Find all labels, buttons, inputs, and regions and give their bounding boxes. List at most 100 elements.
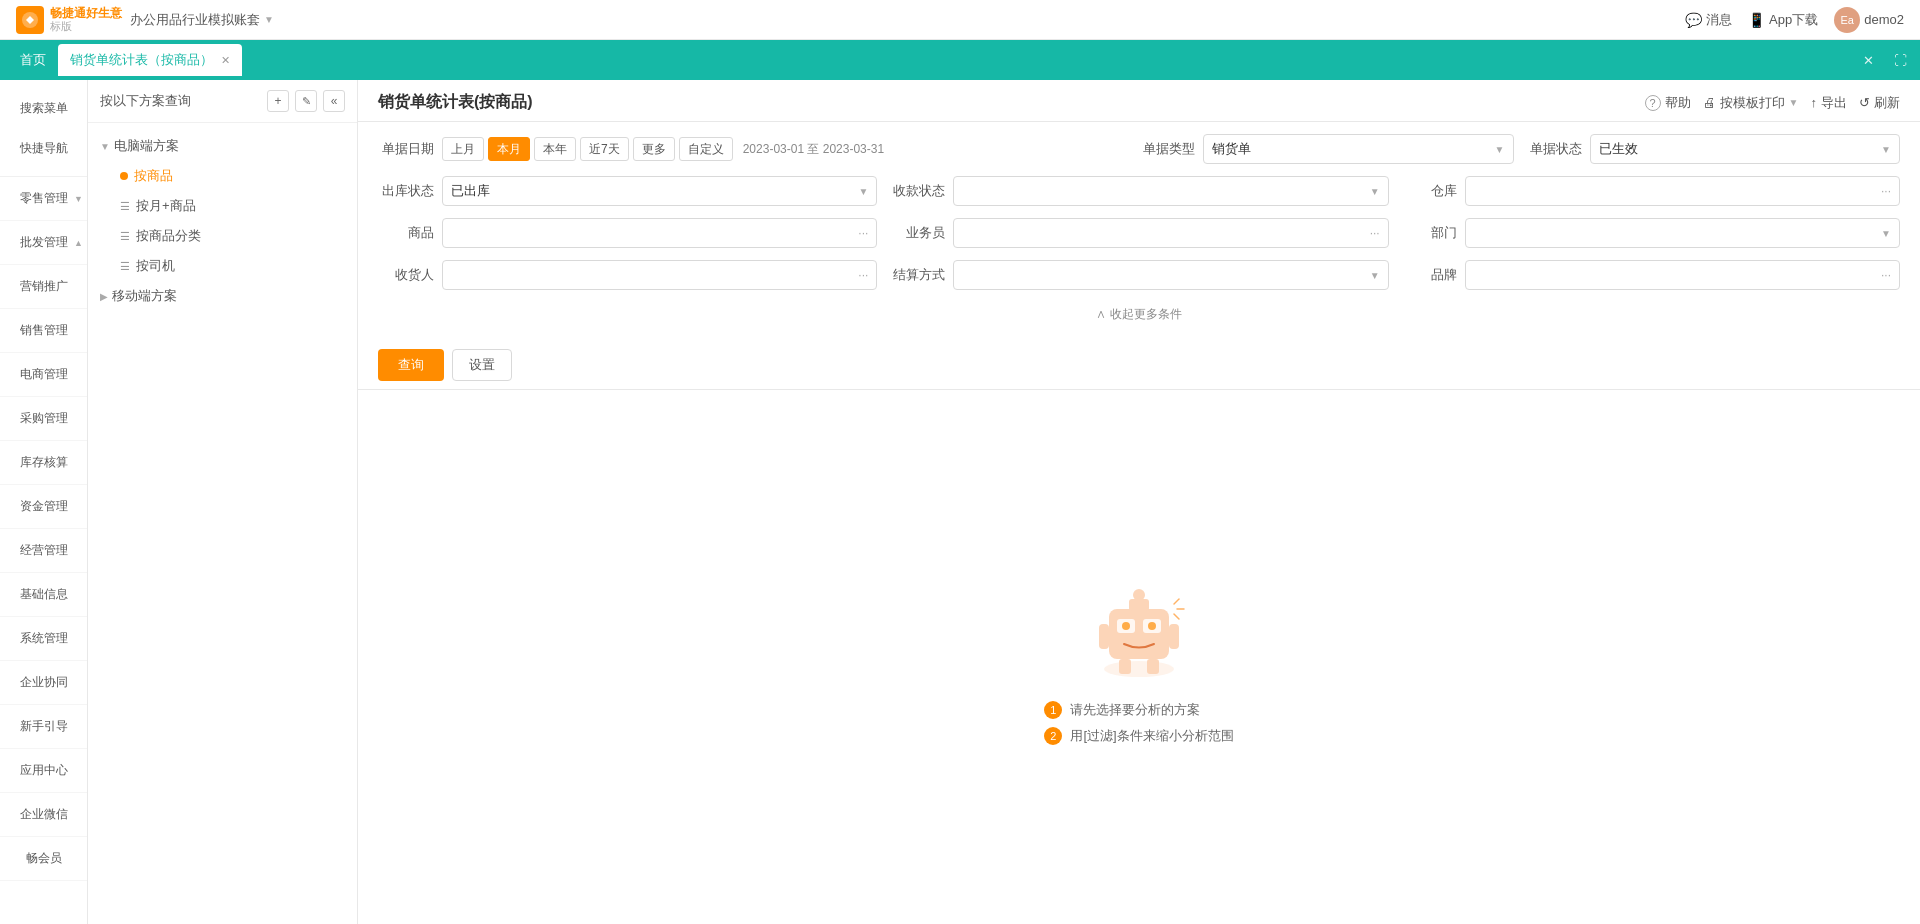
empty-tip-2: 2 用[过滤]条件来缩小分析范围 [1044, 727, 1233, 745]
active-dot [120, 172, 128, 180]
collapse-more-btn[interactable]: ∧ 收起更多条件 [378, 300, 1900, 329]
doc-status-select[interactable]: 已生效 ▼ [1590, 134, 1901, 164]
out-status-arrow: ▼ [858, 186, 868, 197]
mobile-group-arrow: ▶ [100, 291, 108, 302]
collapse-more-label: ∧ 收起更多条件 [1096, 306, 1181, 323]
sidebar-item-wholesale[interactable]: 批发管理 ▲ [0, 221, 87, 265]
settings-button[interactable]: 设置 [452, 349, 512, 381]
brand-dots: ··· [1881, 268, 1891, 282]
sidebar-item-inventory[interactable]: 库存核算 [0, 441, 87, 485]
date-btn-more[interactable]: 更多 [633, 137, 675, 161]
filter-tree-item-by-month-product[interactable]: ☰ 按月+商品 [108, 191, 357, 221]
salesperson-dots: ··· [1370, 226, 1380, 240]
filter-header-actions: + ✎ « [267, 90, 345, 112]
filter-tree-item-by-printer[interactable]: ☰ 按司机 [108, 251, 357, 281]
filter-panel: 按以下方案查询 + ✎ « ▼ 电脑端方案 [88, 80, 358, 924]
sidebar: 搜索菜单 快捷导航 零售管理 ▼ 批发管理 ▲ 营销推广 销售管理 电商管理 [0, 80, 88, 924]
sidebar-item-search[interactable]: 搜索菜单 [0, 88, 87, 128]
user-area[interactable]: Ea demo2 [1834, 7, 1904, 33]
tab-close-window-btn[interactable]: ✕ [1856, 48, 1880, 72]
svg-point-5 [1122, 622, 1130, 630]
sidebar-item-sales[interactable]: 销售管理 [0, 309, 87, 353]
date-btn-custom[interactable]: 自定义 [679, 137, 733, 161]
sidebar-item-retail[interactable]: 零售管理 ▼ [0, 177, 87, 221]
doc-type-label: 单据类型 [1139, 140, 1195, 158]
template-print-btn[interactable]: 🖨 按模板打印 ▼ [1703, 94, 1799, 112]
svg-rect-11 [1119, 659, 1131, 674]
tab-expand-btn[interactable]: ⛶ [1888, 48, 1912, 72]
doc-type-select[interactable]: 销货单 ▼ [1203, 134, 1514, 164]
tab-report[interactable]: 销货单统计表（按商品） ✕ [58, 44, 242, 76]
filter-item-by-month-product-label: 按月+商品 [136, 197, 196, 215]
sidebar-item-system[interactable]: 系统管理 [0, 617, 87, 661]
member-label: 畅会员 [26, 850, 62, 867]
sidebar-item-member[interactable]: 畅会员 [0, 837, 87, 881]
date-btn-this-month[interactable]: 本月 [488, 137, 530, 161]
filter-tree: ▼ 电脑端方案 按商品 ☰ 按月+商品 ☰ 按商品分类 [88, 123, 357, 319]
ecommerce-label: 电商管理 [20, 366, 68, 383]
page-title-row: 销货单统计表(按商品) ? 帮助 🖨 按模板打印 ▼ ↑ [378, 92, 1900, 113]
filter-row-1: 单据日期 上月 本月 本年 近7天 更多 自定义 2023-03-01 至 20… [378, 134, 1900, 164]
main-content: 销货单统计表(按商品) ? 帮助 🖨 按模板打印 ▼ ↑ [358, 80, 1920, 924]
export-btn[interactable]: ↑ 导出 [1811, 94, 1848, 112]
empty-tip-1: 1 请先选择要分析的方案 [1044, 701, 1233, 719]
sidebar-item-marketing[interactable]: 营销推广 [0, 265, 87, 309]
sales-label: 销售管理 [20, 322, 68, 339]
sidebar-item-quick[interactable]: 快捷导航 [0, 128, 87, 168]
sidebar-item-appcenter[interactable]: 应用中心 [0, 749, 87, 793]
settlement-select[interactable]: ▼ [953, 260, 1388, 290]
app-subtitle: 标版 [50, 20, 122, 33]
sidebar-item-finance[interactable]: 资金管理 [0, 485, 87, 529]
empty-area: 1 请先选择要分析的方案 2 用[过滤]条件来缩小分析范围 [358, 390, 1920, 924]
refresh-btn[interactable]: ↺ 刷新 [1859, 94, 1900, 112]
out-status-select[interactable]: 已出库 ▼ [442, 176, 877, 206]
collapse-icon: « [331, 94, 338, 108]
app-selector[interactable]: 办公用品行业模拟账套 ▼ [130, 11, 274, 29]
warehouse-input[interactable]: ··· [1465, 176, 1900, 206]
user-name: demo2 [1864, 12, 1904, 27]
tip2-num: 2 [1044, 727, 1062, 745]
filter-tree-mobile-group[interactable]: ▶ 移动端方案 [88, 281, 357, 311]
goods-input[interactable]: ··· [442, 218, 877, 248]
tab-home[interactable]: 首页 [8, 44, 58, 76]
salesperson-input[interactable]: ··· [953, 218, 1388, 248]
header-left: 畅捷通好生意 标版 办公用品行业模拟账套 ▼ [16, 6, 274, 34]
help-btn[interactable]: ? 帮助 [1645, 94, 1691, 112]
out-status-label: 出库状态 [378, 182, 434, 200]
sidebar-item-corpwechat[interactable]: 企业微信 [0, 793, 87, 837]
filter-collapse-btn[interactable]: « [323, 90, 345, 112]
date-btn-7days[interactable]: 近7天 [580, 137, 629, 161]
filter-edit-btn[interactable]: ✎ [295, 90, 317, 112]
svg-line-13 [1174, 599, 1179, 604]
avatar-initials: Ea [1841, 14, 1854, 26]
quick-label: 快捷导航 [20, 140, 68, 157]
department-select[interactable]: ▼ [1465, 218, 1900, 248]
payment-status-select[interactable]: ▼ [953, 176, 1388, 206]
filter-tree-item-by-category[interactable]: ☰ 按商品分类 [108, 221, 357, 251]
app-selector-text: 办公用品行业模拟账套 [130, 11, 260, 29]
filter-tree-item-by-product[interactable]: 按商品 [108, 161, 357, 191]
brand-input[interactable]: ··· [1465, 260, 1900, 290]
app-download-btn[interactable]: 📱 App下载 [1748, 11, 1818, 29]
help-label: 帮助 [1665, 94, 1691, 112]
search-label: 搜索菜单 [20, 100, 68, 117]
filter-field-payment-status: 收款状态 ▼ [889, 176, 1388, 206]
sidebar-item-guide[interactable]: 新手引导 [0, 705, 87, 749]
sidebar-item-ecommerce[interactable]: 电商管理 [0, 353, 87, 397]
sidebar-item-procurement[interactable]: 采购管理 [0, 397, 87, 441]
message-btn[interactable]: 💬 消息 [1685, 11, 1732, 29]
sidebar-item-operation[interactable]: 经营管理 [0, 529, 87, 573]
page-title: 销货单统计表(按商品) [378, 92, 533, 113]
date-btn-this-year[interactable]: 本年 [534, 137, 576, 161]
consignee-input[interactable]: ··· [442, 260, 877, 290]
message-icon: 💬 [1685, 12, 1702, 28]
filter-tree-desktop-group[interactable]: ▼ 电脑端方案 [88, 131, 357, 161]
filter-add-btn[interactable]: + [267, 90, 289, 112]
sidebar-item-enterprise[interactable]: 企业协同 [0, 661, 87, 705]
marketing-label: 营销推广 [20, 278, 68, 295]
tab-close-icon[interactable]: ✕ [221, 54, 230, 67]
query-button[interactable]: 查询 [378, 349, 444, 381]
date-btn-last-month[interactable]: 上月 [442, 137, 484, 161]
action-bar: 查询 设置 [358, 341, 1920, 390]
sidebar-item-basic[interactable]: 基础信息 [0, 573, 87, 617]
